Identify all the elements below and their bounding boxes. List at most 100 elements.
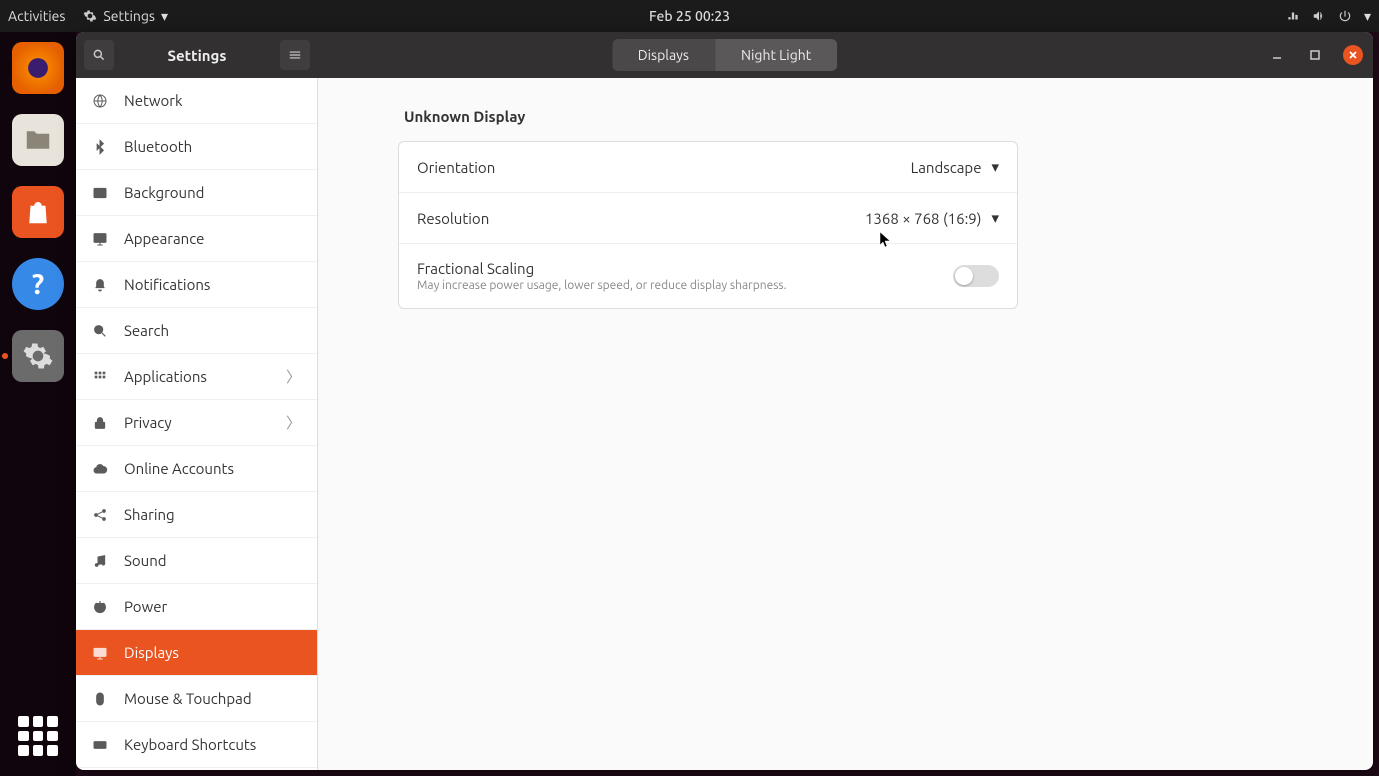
orientation-row[interactable]: Orientation Landscape ▾ (399, 142, 1017, 193)
background-icon (92, 185, 108, 201)
window-title: Settings (122, 47, 272, 64)
appearance-icon (92, 231, 108, 247)
sidebar-item-label: Network (124, 92, 183, 109)
sidebar-item-keyboard-shortcuts[interactable]: Keyboard Shortcuts (76, 722, 317, 768)
maximize-icon (1310, 50, 1320, 60)
sidebar-item-label: Sound (124, 552, 167, 569)
sidebar-item-label: Mouse & Touchpad (124, 690, 252, 707)
section-title: Unknown Display (404, 108, 1293, 125)
sidebar-item-mouse-touchpad[interactable]: Mouse & Touchpad (76, 676, 317, 722)
lock-icon (92, 415, 108, 431)
app-menu-label: Settings (103, 8, 155, 24)
gear-icon (22, 340, 54, 372)
close-icon (1348, 50, 1358, 60)
resolution-row[interactable]: Resolution 1368 × 768 (16:9) ▾ (399, 193, 1017, 244)
firefox-icon (21, 51, 55, 85)
sidebar-item-label: Keyboard Shortcuts (124, 736, 256, 753)
system-tray[interactable]: ▾ (1286, 8, 1371, 25)
show-applications[interactable] (18, 716, 58, 756)
row-label: Fractional Scaling (417, 260, 953, 277)
cloud-icon (92, 461, 108, 477)
sidebar-item-label: Notifications (124, 276, 210, 293)
caret-down-icon: ▾ (991, 209, 999, 227)
dock-help[interactable]: ? (12, 258, 64, 310)
sidebar-item-applications[interactable]: Applications 〉 (76, 354, 317, 400)
sidebar-item-label: Power (124, 598, 167, 615)
sidebar-item-label: Appearance (124, 230, 204, 247)
hamburger-icon (288, 48, 302, 62)
network-tray-icon (1286, 9, 1300, 23)
sidebar-item-online-accounts[interactable]: Online Accounts (76, 446, 317, 492)
activities-button[interactable]: Activities (8, 8, 65, 24)
share-icon (92, 507, 108, 523)
dock-settings[interactable] (12, 330, 64, 382)
power-tray-icon (1338, 9, 1352, 23)
fractional-scaling-toggle[interactable] (953, 265, 999, 287)
sidebar-item-label: Privacy (124, 414, 172, 431)
chevron-right-icon: 〉 (286, 366, 301, 387)
tab-night-light[interactable]: Night Light (715, 39, 837, 71)
close-button[interactable] (1343, 45, 1363, 65)
tray-caret-down-icon: ▾ (1364, 8, 1371, 25)
resolution-value: 1368 × 768 (16:9) (865, 210, 982, 227)
row-subtitle: May increase power usage, lower speed, o… (417, 279, 953, 292)
clock[interactable]: Feb 25 00:23 (649, 8, 730, 24)
sidebar-item-network[interactable]: Network (76, 78, 317, 124)
titlebar: Settings Displays Night Light (76, 32, 1373, 78)
sidebar-item-label: Sharing (124, 506, 175, 523)
display-settings-card: Orientation Landscape ▾ Resolution 1368 … (398, 141, 1018, 309)
caret-down-icon: ▾ (161, 8, 168, 25)
keyboard-icon (92, 737, 108, 753)
bluetooth-icon (92, 139, 108, 155)
music-icon (92, 553, 108, 569)
tab-displays[interactable]: Displays (612, 39, 715, 71)
maximize-button[interactable] (1305, 45, 1325, 65)
bell-icon (92, 277, 108, 293)
power-icon (92, 599, 108, 615)
sidebar-item-sharing[interactable]: Sharing (76, 492, 317, 538)
settings-window: Settings Displays Night Light Netwo (76, 32, 1373, 770)
orientation-value: Landscape (911, 159, 982, 176)
content-pane: Unknown Display Orientation Landscape ▾ … (318, 78, 1373, 770)
chevron-right-icon: 〉 (286, 412, 301, 433)
cursor-icon (880, 232, 892, 248)
displays-icon (92, 645, 108, 661)
sidebar-item-label: Background (124, 184, 204, 201)
question-icon: ? (32, 269, 44, 300)
sidebar-item-notifications[interactable]: Notifications (76, 262, 317, 308)
shopping-bag-icon (23, 197, 53, 227)
dock-firefox[interactable] (12, 42, 64, 94)
sidebar-item-search[interactable]: Search (76, 308, 317, 354)
sidebar-item-displays[interactable]: Displays (76, 630, 317, 676)
settings-sidebar[interactable]: Network Bluetooth Background Appearance … (76, 78, 318, 770)
globe-icon (92, 93, 108, 109)
sidebar-item-label: Displays (124, 644, 179, 661)
dock: ? (0, 32, 76, 776)
toggle-knob (955, 267, 973, 285)
sidebar-item-power[interactable]: Power (76, 584, 317, 630)
desktop-top-panel: Activities Settings ▾ Feb 25 00:23 ▾ (0, 0, 1379, 32)
view-switcher: Displays Night Light (612, 39, 838, 71)
fractional-scaling-row: Fractional Scaling May increase power us… (399, 244, 1017, 308)
sidebar-item-sound[interactable]: Sound (76, 538, 317, 584)
minimize-icon (1272, 50, 1282, 60)
search-icon (92, 48, 106, 62)
search-button[interactable] (84, 40, 114, 70)
dock-software[interactable] (12, 186, 64, 238)
sidebar-item-privacy[interactable]: Privacy 〉 (76, 400, 317, 446)
sidebar-item-label: Applications (124, 368, 207, 385)
row-label: Resolution (417, 210, 865, 227)
volume-tray-icon (1312, 9, 1326, 23)
sidebar-item-appearance[interactable]: Appearance (76, 216, 317, 262)
minimize-button[interactable] (1267, 45, 1287, 65)
settings-indicator-icon (83, 9, 97, 23)
row-label: Orientation (417, 159, 911, 176)
menu-button[interactable] (280, 40, 310, 70)
app-menu[interactable]: Settings ▾ (83, 8, 168, 25)
sidebar-item-background[interactable]: Background (76, 170, 317, 216)
folder-icon (23, 125, 53, 155)
sidebar-item-bluetooth[interactable]: Bluetooth (76, 124, 317, 170)
sidebar-item-label: Search (124, 322, 169, 339)
dock-files[interactable] (12, 114, 64, 166)
sidebar-item-label: Bluetooth (124, 138, 192, 155)
